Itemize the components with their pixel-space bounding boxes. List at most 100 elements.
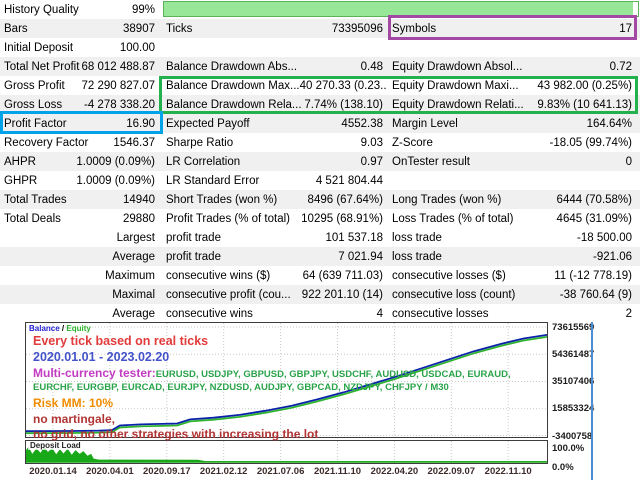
x-tick-label: 2021.11.10 <box>313 466 362 477</box>
stat-value: Largest <box>116 231 155 244</box>
chart-right-edge-line <box>591 322 593 480</box>
stat-pair: profit trade 101 537.18 <box>162 228 386 247</box>
stat-value: 8496 (67.64%) <box>307 193 383 206</box>
stat-value: 0.72 <box>609 60 632 73</box>
chart-legend: Balance / Equity <box>29 324 91 333</box>
stat-pair: Z-Score -18.05 (99.74%) <box>386 133 640 152</box>
table-row[interactable]: Total Deals 29880 Profit Trades (% of tota… <box>0 209 640 228</box>
deposit-tick-label: 0.0% <box>552 462 574 473</box>
stat-pair: consecutive loss (count) -38 760.64 (9) <box>386 285 640 304</box>
stat-pair: Maximal <box>0 285 162 304</box>
stat-value: 38907 <box>123 22 155 35</box>
annotation-no-grid: no grid, no other strategies with increa… <box>33 427 319 441</box>
y-tick-label: 73615569 <box>552 321 595 333</box>
stat-pair: Equity Drawdown Absol... 0.72 <box>386 57 640 76</box>
stat-pair: Recovery Factor 1546.37 <box>0 133 162 152</box>
stat-pair: Bars 38907 <box>0 19 162 38</box>
stat-value: 2 <box>625 307 632 320</box>
stat-value: Maximum <box>105 269 155 282</box>
stat-label: consecutive wins ($) <box>166 269 271 282</box>
stat-label: consecutive profit (cou... <box>166 288 291 301</box>
stat-label: Balance Drawdown Abs... <box>166 60 298 73</box>
stat-pair: Loss Trades (% of total) 4645 (31.09%) <box>386 209 640 228</box>
stat-label: profit trade <box>166 231 221 244</box>
stat-label: Short Trades (won %) <box>166 193 278 206</box>
stat-label: loss trade <box>392 250 442 263</box>
stat-pair: LR Standard Error 4 521 804.44 <box>162 171 386 190</box>
table-row[interactable]: Total Trades 14940 Short Trades (won %) 849… <box>0 190 640 209</box>
table-row[interactable]: Average consecutive wins 4 consecutive loss… <box>0 304 640 323</box>
stat-pair: Margin Level 164.64% <box>386 114 640 133</box>
stat-label: consecutive losses <box>392 307 489 320</box>
stat-value: 1546.37 <box>113 136 155 149</box>
stat-label: Long Trades (won %) <box>392 193 502 206</box>
deposit-load-canvas[interactable] <box>25 440 566 467</box>
table-row[interactable]: Total Net Profit 68 012 488.87 Balance Dra… <box>0 57 640 76</box>
stat-pair: Gross Profit 72 290 827.07 <box>0 76 162 95</box>
stat-pair: Initial Deposit 100.00 <box>0 38 162 57</box>
stat-pair: Sharpe Ratio 9.03 <box>162 133 386 152</box>
table-row[interactable]: Average profit trade 7 021.94 loss trade -92… <box>0 247 640 266</box>
stat-value: 0.97 <box>360 155 383 168</box>
stat-pair <box>386 171 640 190</box>
stat-label: Recovery Factor <box>4 136 89 149</box>
table-row[interactable]: Initial Deposit 100.00 <box>0 38 640 57</box>
stat-label: LR Correlation <box>166 155 241 168</box>
stat-value: 101 537.18 <box>325 231 383 244</box>
table-row[interactable]: GHPR 1.0009 (0.09%) LR Standard Error 4 521… <box>0 171 640 190</box>
drawdown-highlight-box <box>159 76 638 114</box>
stat-value: 11 (-12 778.19) <box>554 269 632 282</box>
stat-label: profit trade <box>166 250 221 263</box>
stat-pair: consecutive wins ($) 64 (639 711.03) <box>162 266 386 285</box>
x-tick-label: 2020.01.14 <box>29 466 77 477</box>
stat-label: Ticks <box>166 22 193 35</box>
stat-value: 10295 (68.91%) <box>301 212 383 225</box>
symbols-highlight-box <box>388 15 637 40</box>
stat-label: Sharpe Ratio <box>166 136 234 149</box>
table-row[interactable]: Recovery Factor 1546.37 Sharpe Ratio 9.03 Z-… <box>0 133 640 152</box>
stat-label: Gross Loss <box>4 98 63 111</box>
legend-balance: Balance <box>29 324 60 333</box>
stat-label: Profit Trades (% of total) <box>166 212 290 225</box>
stat-value: -18 500.00 <box>577 231 632 244</box>
stat-label: Bars <box>4 22 28 35</box>
stat-value: -921.06 <box>592 250 632 263</box>
stat-label: Total Trades <box>4 193 67 206</box>
stat-label: Margin Level <box>392 117 458 130</box>
stat-value: 922 201.10 (14) <box>301 288 383 301</box>
x-tick-label: 2022.11.10 <box>484 466 532 477</box>
stat-value: 4645 (31.09%) <box>556 212 632 225</box>
stat-pair: profit trade 7 021.94 <box>162 247 386 266</box>
stat-pair: consecutive losses 2 <box>386 304 640 323</box>
stat-value: Average <box>112 307 155 320</box>
stat-pair: Long Trades (won %) 6444 (70.58%) <box>386 190 640 209</box>
stat-label: Loss Trades (% of total) <box>392 212 514 225</box>
stat-label: Initial Deposit <box>4 41 74 54</box>
stat-label: LR Standard Error <box>166 174 260 187</box>
table-row[interactable]: Maximum consecutive wins ($) 64 (639 711.0… <box>0 266 640 285</box>
table-row[interactable]: Largest profit trade 101 537.18 loss trade -… <box>0 228 640 247</box>
stat-pair: Total Net Profit 68 012 488.87 <box>0 57 162 76</box>
stat-pair <box>386 38 640 57</box>
stat-pair: loss trade -921.06 <box>386 247 640 266</box>
annotation-symbols-line1: EURUSD, USDJPY, GBPUSD, GBPJPY, USDCHF, … <box>155 369 511 380</box>
x-tick-label: 2020.09.17 <box>143 466 191 477</box>
y-tick-label: 54361487 <box>552 348 595 360</box>
table-row[interactable]: Maximal consecutive profit (cou... 922 201… <box>0 285 640 304</box>
stat-value: 4 <box>376 307 383 320</box>
annotation-symbols-line2: EURCHF, EURGBP, EURCAD, EURJPY, NZDUSD, … <box>33 382 449 393</box>
stat-value: -18.05 (99.74%) <box>549 136 632 149</box>
stat-label: Expected Payoff <box>166 117 250 130</box>
x-tick-label: 2021.02.12 <box>199 466 248 477</box>
stat-label: consecutive losses ($) <box>392 269 506 282</box>
stat-label: Gross Profit <box>4 79 65 92</box>
annotation-tester: Multi-currency tester:EURUSD, USDJPY, GB… <box>33 366 511 380</box>
balance-equity-chart[interactable]: 73615569 54361487 35107406 15853324 -3400758… <box>25 322 640 480</box>
stat-label: OnTester result <box>392 155 470 168</box>
stat-label: History Quality <box>4 3 79 16</box>
stat-value: -4 278 338.20 <box>84 98 155 111</box>
strategy-tester-report: History Quality 99% Bars 38907 Ticks 73395096… <box>0 0 640 480</box>
y-tick-label: 35107406 <box>552 376 595 387</box>
stat-value: 68 012 488.87 <box>81 60 155 73</box>
table-row[interactable]: AHPR 1.0009 (0.09%) LR Correlation 0.97 OnTe… <box>0 152 640 171</box>
